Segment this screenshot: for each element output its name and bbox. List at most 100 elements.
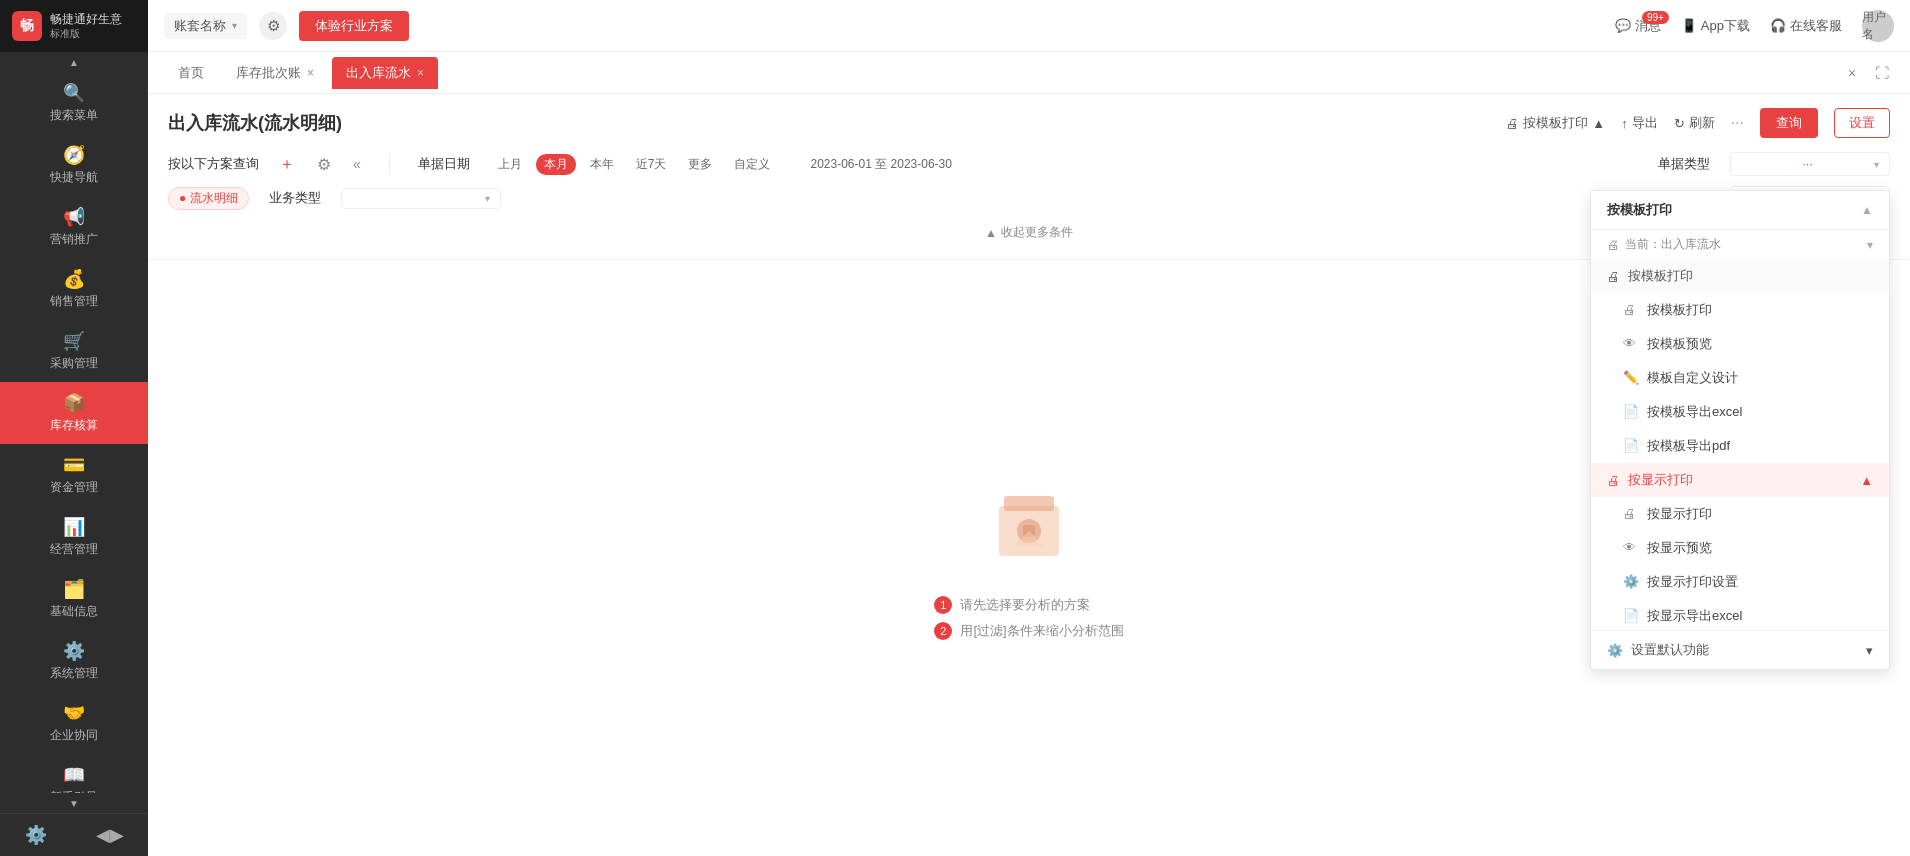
sidebar-item-cooperation[interactable]: 🤝 企业协同 bbox=[0, 692, 148, 754]
collapse-label: 收起更多条件 bbox=[1001, 224, 1073, 241]
date-shortcut-custom[interactable]: 自定义 bbox=[726, 154, 778, 175]
tab-close-all[interactable]: × bbox=[1840, 61, 1864, 85]
sidebar-item-guide[interactable]: 📖 新手引导 bbox=[0, 754, 148, 793]
logo-icon: 畅 bbox=[12, 11, 42, 41]
dropdown-item-template-pdf[interactable]: 📄 按模板导出pdf bbox=[1591, 429, 1889, 463]
sidebar-settings-icon[interactable]: ⚙️ bbox=[25, 824, 47, 846]
sidebar-item-purchase[interactable]: 🛒 采购管理 bbox=[0, 320, 148, 382]
sidebar-scroll-up[interactable]: ▲ bbox=[0, 52, 148, 72]
header-account[interactable]: 账套名称 ▾ bbox=[164, 13, 247, 39]
display-section-arrow-icon: ▲ bbox=[1860, 473, 1873, 488]
sidebar-nav: 🔍 搜索菜单 🧭 快捷导航 📢 营销推广 💰 销售管理 🛒 采购管理 📦 库存核… bbox=[0, 72, 148, 793]
tab-batch-account[interactable]: 库存批次账 × bbox=[222, 57, 328, 89]
display-settings-icon: ⚙️ bbox=[1623, 574, 1639, 590]
sidebar-scroll-down[interactable]: ▼ bbox=[0, 793, 148, 813]
template-print-icon: 🖨 bbox=[1623, 302, 1639, 318]
tab-batch-account-close[interactable]: × bbox=[307, 66, 314, 80]
dropdown-section-template[interactable]: 🖨 按模板打印 bbox=[1591, 259, 1889, 293]
sidebar-item-quick-nav[interactable]: 🧭 快捷导航 bbox=[0, 134, 148, 196]
service-label: 在线客服 bbox=[1790, 17, 1842, 35]
filter-setting-icon[interactable]: ⚙ bbox=[317, 155, 331, 174]
date-range-text: 2023-06-01 至 2023-06-30 bbox=[810, 156, 951, 173]
print-template-label: 按模板打印 bbox=[1523, 114, 1588, 132]
user-avatar[interactable]: 用户名 bbox=[1862, 10, 1894, 42]
refresh-btn[interactable]: ↻ 刷新 bbox=[1674, 114, 1715, 132]
display-print-label: 按显示打印 bbox=[1647, 505, 1712, 523]
dropdown-item-display-preview[interactable]: 👁 按显示预览 bbox=[1591, 531, 1889, 565]
tab-batch-account-label: 库存批次账 bbox=[236, 64, 301, 82]
sidebar-item-inventory[interactable]: 📦 库存核算 bbox=[0, 382, 148, 444]
sidebar-item-sales[interactable]: 💰 销售管理 bbox=[0, 258, 148, 320]
header-gear-icon[interactable]: ⚙ bbox=[259, 12, 287, 40]
industry-btn[interactable]: 体验行业方案 bbox=[299, 11, 409, 41]
dropdown-item-template-print[interactable]: 🖨 按模板打印 bbox=[1591, 293, 1889, 327]
business-type-select[interactable]: ▾ bbox=[341, 188, 501, 209]
doc-type-arrow-icon: ▾ bbox=[1874, 159, 1879, 170]
cooperation-icon: 🤝 bbox=[63, 702, 85, 724]
template-excel-label: 按模板导出excel bbox=[1647, 403, 1742, 421]
page-actions: 🖨 按模板打印 ▲ ↑ 导出 ↻ 刷新 ··· 查询 设置 bbox=[1506, 108, 1890, 138]
sidebar-item-marketing[interactable]: 📢 营销推广 bbox=[0, 196, 148, 258]
dropdown-section-display[interactable]: 🖨 按显示打印 ▲ bbox=[1591, 463, 1889, 497]
sidebar-item-label: 企业协同 bbox=[50, 727, 98, 744]
dropdown-body: 🖨 当前：出入库流水 ▾ 🖨 按模板打印 🖨 按模板打印 👁 bbox=[1591, 230, 1889, 630]
filter-collapse-icon[interactable]: « bbox=[353, 156, 361, 172]
sidebar-item-search[interactable]: 🔍 搜索菜单 bbox=[0, 72, 148, 134]
sidebar-logo: 畅 畅捷通好生意 标准版 bbox=[0, 0, 148, 52]
date-shortcut-this-year[interactable]: 本年 bbox=[582, 154, 622, 175]
tabs-bar: 首页 库存批次账 × 出入库流水 × × ⛶ bbox=[148, 52, 1910, 94]
refresh-label: 刷新 bbox=[1689, 114, 1715, 132]
settings-btn[interactable]: 设置 bbox=[1834, 108, 1890, 138]
sidebar-collapse-icon[interactable]: ◀▶ bbox=[96, 824, 124, 846]
sidebar-item-label: 基础信息 bbox=[50, 603, 98, 620]
tabs-right: × ⛶ bbox=[1840, 61, 1894, 85]
footer-label: 设置默认功能 bbox=[1631, 641, 1709, 659]
date-shortcut-7days[interactable]: 近7天 bbox=[628, 154, 675, 175]
doc-type-select[interactable]: ··· ▾ bbox=[1730, 152, 1890, 176]
sidebar-item-finance[interactable]: 💳 资金管理 bbox=[0, 444, 148, 506]
sidebar-item-operations[interactable]: 📊 经营管理 bbox=[0, 506, 148, 568]
flow-detail-label: 流水明细 bbox=[190, 190, 238, 207]
sidebar: 畅 畅捷通好生意 标准版 ▲ 🔍 搜索菜单 🧭 快捷导航 📢 营销推广 💰 销售… bbox=[0, 0, 148, 856]
header-online-service[interactable]: 🎧 在线客服 bbox=[1770, 17, 1842, 35]
flow-detail-tag[interactable]: ● 流水明细 bbox=[168, 187, 249, 210]
tab-in-out-flow[interactable]: 出入库流水 × bbox=[332, 57, 438, 89]
display-settings-label: 按显示打印设置 bbox=[1647, 573, 1738, 591]
date-shortcut-this-month[interactable]: 本月 bbox=[536, 154, 576, 175]
dropdown-item-display-print-settings[interactable]: ⚙️ 按显示打印设置 bbox=[1591, 565, 1889, 599]
page-header: 出入库流水(流水明细) 🖨 按模板打印 ▲ ↑ 导出 ↻ 刷新 bbox=[148, 94, 1910, 138]
sidebar-item-basics[interactable]: 🗂️ 基础信息 bbox=[0, 568, 148, 630]
export-btn[interactable]: ↑ 导出 bbox=[1621, 114, 1658, 132]
print-arrow-icon: ▲ bbox=[1592, 116, 1605, 131]
dropdown-item-template-preview[interactable]: 👁 按模板预览 bbox=[1591, 327, 1889, 361]
dropdown-item-template-custom[interactable]: ✏️ 模板自定义设计 bbox=[1591, 361, 1889, 395]
date-shortcut-more[interactable]: 更多 bbox=[680, 154, 720, 175]
dropdown-header-arrow-icon[interactable]: ▲ bbox=[1861, 203, 1873, 217]
template-print-label: 按模板打印 bbox=[1647, 301, 1712, 319]
header-app-download[interactable]: 📱 App下载 bbox=[1681, 17, 1750, 35]
sidebar-item-system[interactable]: ⚙️ 系统管理 bbox=[0, 630, 148, 692]
sidebar-item-label: 库存核算 bbox=[50, 417, 98, 434]
msg-badge: 99+ bbox=[1642, 11, 1669, 24]
dropdown-item-display-print[interactable]: 🖨 按显示打印 bbox=[1591, 497, 1889, 531]
tab-in-out-flow-close[interactable]: × bbox=[417, 66, 424, 80]
logo-text: 畅捷通好生意 bbox=[50, 11, 122, 28]
dropdown-footer[interactable]: ⚙️ 设置默认功能 ▾ bbox=[1591, 630, 1889, 669]
logo-text-area: 畅捷通好生意 标准版 bbox=[50, 11, 122, 42]
header-msg[interactable]: 💬 消息 99+ bbox=[1615, 17, 1661, 35]
date-shortcut-last-month[interactable]: 上月 bbox=[490, 154, 530, 175]
flow-detail-icon: ● bbox=[179, 191, 186, 205]
filter-add-icon[interactable]: ＋ bbox=[279, 154, 295, 175]
tab-home[interactable]: 首页 bbox=[164, 57, 218, 89]
tab-maximize-icon[interactable]: ⛶ bbox=[1870, 61, 1894, 85]
print-template-btn[interactable]: 🖨 按模板打印 ▲ bbox=[1506, 114, 1605, 132]
template-pdf-label: 按模板导出pdf bbox=[1647, 437, 1730, 455]
more-actions-icon[interactable]: ··· bbox=[1731, 114, 1744, 132]
main-area: 账套名称 ▾ ⚙ 体验行业方案 💬 消息 99+ 📱 App下载 🎧 在线客服 … bbox=[148, 0, 1910, 856]
dropdown-item-display-excel[interactable]: 📄 按显示导出excel bbox=[1591, 599, 1889, 630]
template-preview-icon: 👁 bbox=[1623, 336, 1639, 352]
refresh-icon: ↻ bbox=[1674, 116, 1685, 131]
dropdown-item-template-excel[interactable]: 📄 按模板导出excel bbox=[1591, 395, 1889, 429]
search-icon: 🔍 bbox=[63, 82, 85, 104]
query-btn[interactable]: 查询 bbox=[1760, 108, 1818, 138]
